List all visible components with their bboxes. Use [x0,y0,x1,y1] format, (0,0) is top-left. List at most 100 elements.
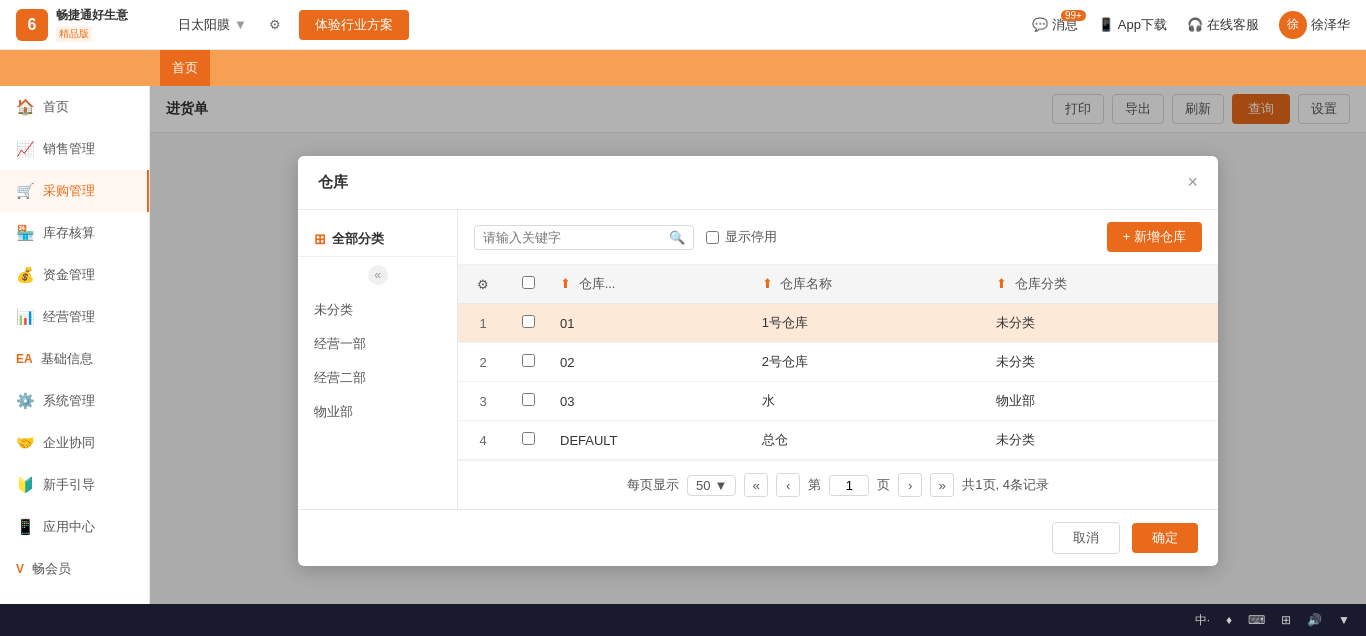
home-icon: 🏠 [16,98,35,116]
vip-icon: V [16,562,24,576]
row-checkbox[interactable] [508,304,548,343]
row-code: DEFAULT [548,421,750,460]
search-box: 🔍 [474,225,694,250]
row-checkbox-input[interactable] [522,393,535,406]
store-selector[interactable]: 日太阳膜 ▼ [166,16,259,34]
per-page-select[interactable]: 50 ▼ [687,475,736,496]
row-name: 2号仓库 [750,343,984,382]
headset-icon: 🎧 [1187,17,1203,32]
sidebar-collapse-btn[interactable]: « [368,265,388,285]
warehouse-table: ⚙ ⬆ 仓库... [458,265,1218,460]
sidebar-item-system[interactable]: ⚙️ 系统管理 [0,380,149,422]
add-warehouse-btn[interactable]: + 新增仓库 [1107,222,1202,252]
guide-icon: 🔰 [16,476,35,494]
dropdown-arrow-icon: ▼ [714,478,727,493]
appstore-icon: 📱 [16,518,35,536]
sidebar-item-basic-info[interactable]: EA 基础信息 [0,338,149,380]
enterprise-icon: 🤝 [16,434,35,452]
purchase-icon: 🛒 [16,182,35,200]
sidebar-item-inventory[interactable]: 🏪 库存核算 [0,212,149,254]
search-input[interactable] [483,230,669,245]
bottom-arrow-icon[interactable]: ▼ [1338,613,1350,627]
logo-icon: 6 [16,9,48,41]
table-row[interactable]: 1 01 1号仓库 未分类 [458,304,1218,343]
online-service-item[interactable]: 🎧 在线客服 [1187,16,1259,34]
bottom-keyboard-icon[interactable]: ⌨ [1248,613,1265,627]
sort-icon-name: ⬆ [762,276,773,291]
row-num: 3 [458,382,508,421]
row-checkbox[interactable] [508,343,548,382]
sub-nav: 首页 [0,50,1366,86]
disabled-checkbox-input[interactable] [706,231,719,244]
subnav-home[interactable]: 首页 [160,50,210,86]
show-disabled-checkbox[interactable]: 显示停用 [706,228,777,246]
sort-icon-code: ⬆ [560,276,571,291]
row-checkbox-input[interactable] [522,432,535,445]
sort-icon-category: ⬆ [996,276,1007,291]
prev-page-btn[interactable]: ‹ [776,473,800,497]
bottom-grid-icon[interactable]: ⊞ [1281,613,1291,627]
select-all-checkbox[interactable] [522,276,535,289]
logo-badge: 精品版 [56,26,92,42]
modal-sidebar: ⊞ 全部分类 « 未分类 经营一部 经营二部 物业部 [298,210,458,509]
sidebar-item-finance[interactable]: 💰 资金管理 [0,254,149,296]
col-code-header: ⬆ 仓库... [548,265,750,304]
row-name: 1号仓库 [750,304,984,343]
modal-category-property[interactable]: 物业部 [298,395,457,429]
modal-category-unclassified[interactable]: 未分类 [298,293,457,327]
row-category: 未分类 [984,421,1218,460]
warehouse-modal: 仓库 × ⊞ 全部分类 « 未分类 经营一部 经营二部 [298,156,1218,566]
col-checkbox-header[interactable] [508,265,548,304]
modal-sidebar-header: ⊞ 全部分类 [298,222,457,257]
row-code: 02 [548,343,750,382]
sidebar-item-sales[interactable]: 📈 销售管理 [0,128,149,170]
table-row[interactable]: 2 02 2号仓库 未分类 [458,343,1218,382]
cancel-button[interactable]: 取消 [1052,522,1120,554]
row-checkbox-input[interactable] [522,315,535,328]
bottom-volume-icon[interactable]: 🔊 [1307,613,1322,627]
settings-icon[interactable]: ⚙ [259,9,291,41]
row-checkbox[interactable] [508,421,548,460]
col-settings-header[interactable]: ⚙ [458,265,508,304]
sidebar-item-home[interactable]: 🏠 首页 [0,86,149,128]
sales-icon: 📈 [16,140,35,158]
first-page-btn[interactable]: « [744,473,768,497]
row-name: 水 [750,382,984,421]
modal-close-button[interactable]: × [1187,172,1198,193]
modal-category-ops2[interactable]: 经营二部 [298,361,457,395]
bottom-bar: 中· ♦ ⌨ ⊞ 🔊 ▼ [0,604,1366,636]
row-checkbox[interactable] [508,382,548,421]
table-row[interactable]: 3 03 水 物业部 [458,382,1218,421]
main-layout: 🏠 首页 📈 销售管理 🛒 采购管理 🏪 库存核算 💰 资金管理 📊 经营管理 … [0,86,1366,636]
modal-category-ops1[interactable]: 经营一部 [298,327,457,361]
sidebar-item-vip[interactable]: V 畅会员 [0,548,149,590]
store-dropdown-icon: ▼ [234,17,247,32]
logo-area: 6 畅捷通好生意 精品版 [16,7,166,42]
notification-badge: 99+ [1061,10,1086,21]
sidebar-item-enterprise[interactable]: 🤝 企业协同 [0,422,149,464]
mobile-icon: 📱 [1098,17,1114,32]
sidebar-item-guide[interactable]: 🔰 新手引导 [0,464,149,506]
notification-item[interactable]: 💬 消息 99+ [1032,16,1078,34]
logo-text: 畅捷通好生意 精品版 [56,7,128,42]
row-checkbox-input[interactable] [522,354,535,367]
modal-footer: 取消 确定 [298,509,1218,566]
table-row[interactable]: 4 DEFAULT 总仓 未分类 [458,421,1218,460]
sidebar-item-purchase[interactable]: 🛒 采购管理 [0,170,149,212]
sidebar-item-appstore[interactable]: 📱 应用中心 [0,506,149,548]
sidebar-item-management[interactable]: 📊 经营管理 [0,296,149,338]
experience-button[interactable]: 体验行业方案 [299,10,409,40]
bottom-icon1[interactable]: ♦ [1226,613,1232,627]
search-icon[interactable]: 🔍 [669,230,685,245]
content-area: 进货单 打印 导出 刷新 查询 设置 仓库 × [150,86,1366,636]
page-number-input[interactable] [829,475,869,496]
confirm-button[interactable]: 确定 [1132,523,1198,553]
avatar: 徐 [1279,11,1307,39]
inventory-icon: 🏪 [16,224,35,242]
next-page-btn[interactable]: › [898,473,922,497]
last-page-btn[interactable]: » [930,473,954,497]
nav-right: 💬 消息 99+ 📱 App下载 🎧 在线客服 徐 徐泽华 [1032,11,1350,39]
app-download-item[interactable]: 📱 App下载 [1098,16,1167,34]
user-avatar[interactable]: 徐 徐泽华 [1279,11,1350,39]
bottom-lang[interactable]: 中· [1195,612,1210,629]
